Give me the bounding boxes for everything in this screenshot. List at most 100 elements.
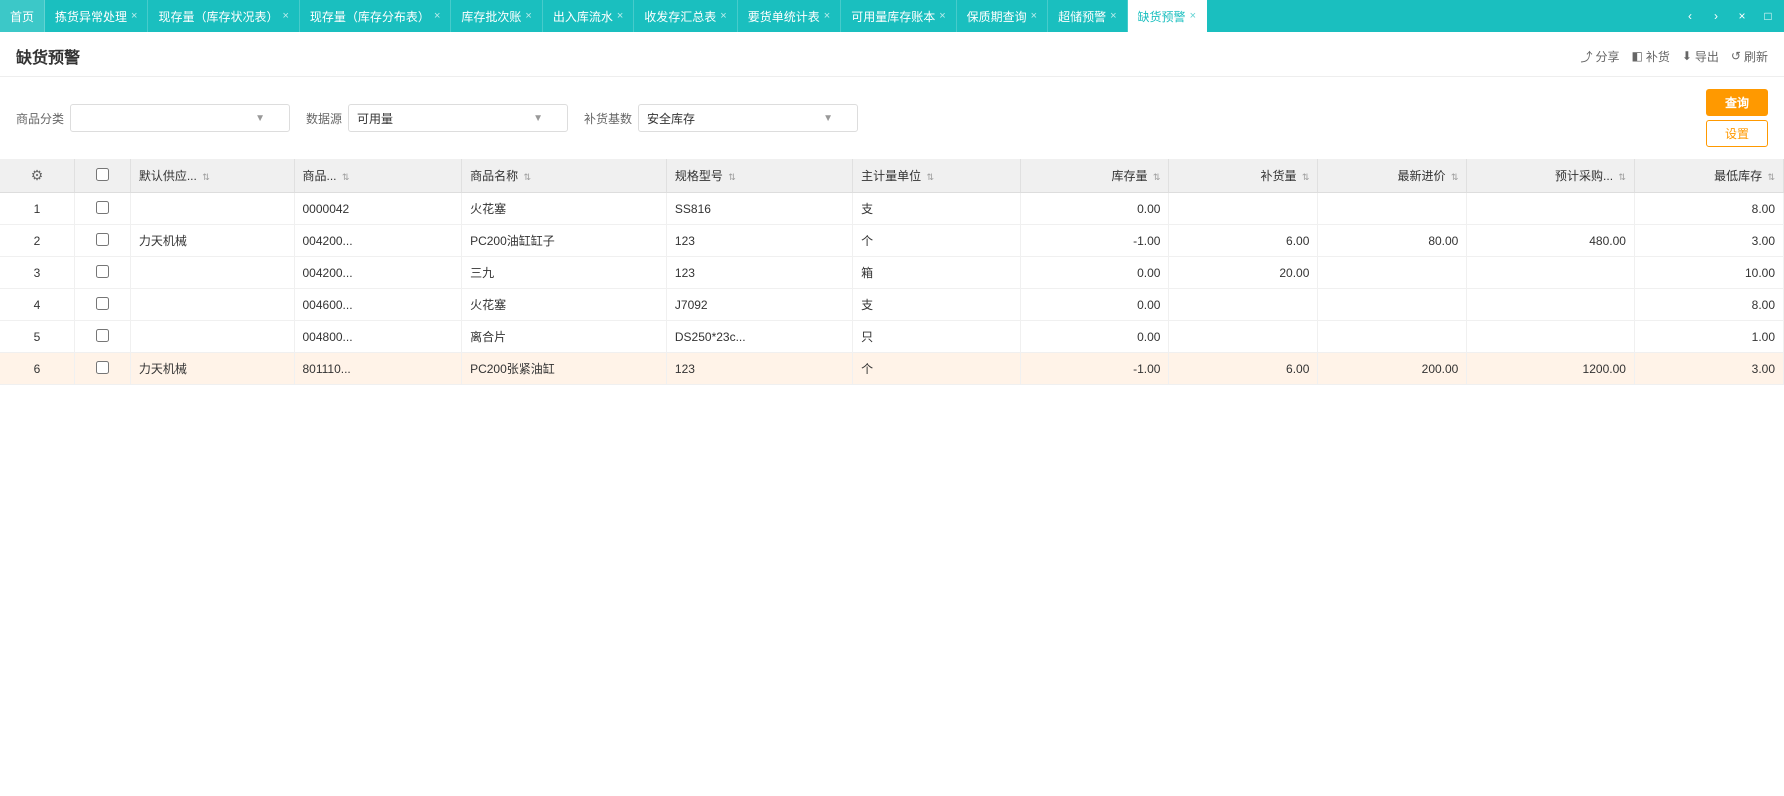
table-container: ⚙ 默认供应... ⇅ 商品... ⇅ 商品名称 ⇅ [0, 159, 1784, 385]
cell-stock-0: 0.00 [1020, 193, 1169, 225]
column-settings-icon[interactable]: ⚙ [31, 167, 44, 183]
tab-flow-label: 出入库流水 [553, 8, 613, 25]
tab-summary-close[interactable]: × [720, 10, 726, 22]
tab-batch-close[interactable]: × [525, 10, 531, 22]
cell-est-purchase-2 [1467, 257, 1635, 289]
cell-checkbox-1[interactable] [74, 225, 130, 257]
datasource-select-value: 可用量 [357, 110, 393, 127]
th-replenish-sort: ⇅ [1302, 172, 1310, 183]
table-row[interactable]: 6 力天机械 801110... PC200张紧油缸 123 个 -1.00 6… [0, 353, 1784, 385]
page-title: 缺货预警 [16, 44, 80, 68]
settings-button[interactable]: 设置 [1706, 120, 1768, 147]
tab-picking-close[interactable]: × [131, 10, 137, 22]
th-latest-price[interactable]: 最新进价 ⇅ [1318, 159, 1467, 193]
table-row[interactable]: 4 004600... 火花塞 J7092 支 0.00 8.00 [0, 289, 1784, 321]
table-row[interactable]: 1 0000042 火花塞 SS816 支 0.00 8.00 [0, 193, 1784, 225]
th-latest-price-sort: ⇅ [1451, 172, 1459, 183]
cell-checkbox-3[interactable] [74, 289, 130, 321]
tab-expiry[interactable]: 保质期查询 × [957, 0, 1048, 32]
tab-flow-close[interactable]: × [617, 10, 623, 22]
header-actions: ⤴ 分享 ◧ 补货 ⬇ 导出 ↺ 刷新 [1580, 48, 1768, 65]
nav-close-btn[interactable]: × [1730, 4, 1754, 28]
th-spec-label: 规格型号 [675, 169, 723, 183]
th-spec[interactable]: 规格型号 ⇅ [666, 159, 852, 193]
tab-picking[interactable]: 拣货异常处理 × [45, 0, 148, 32]
cell-supplier-1: 力天机械 [130, 225, 294, 257]
refresh-action[interactable]: ↺ 刷新 [1731, 48, 1768, 65]
tab-summary[interactable]: 收发存汇总表 × [634, 0, 737, 32]
replenish-base-select[interactable]: 安全库存 ▼ [638, 104, 858, 132]
row-checkbox-1[interactable] [96, 233, 109, 246]
th-product-name[interactable]: 商品名称 ⇅ [462, 159, 667, 193]
th-min-stock[interactable]: 最低库存 ⇅ [1634, 159, 1783, 193]
datasource-select[interactable]: 可用量 ▼ [348, 104, 568, 132]
cell-checkbox-2[interactable] [74, 257, 130, 289]
tab-stock-dist-close[interactable]: × [434, 10, 440, 22]
tab-shortage[interactable]: 缺货预警 × [1128, 0, 1207, 32]
cell-index-5: 6 [0, 353, 74, 385]
datasource-filter-group: 数据源 可用量 ▼ [306, 104, 568, 132]
tab-batch[interactable]: 库存批次账 × [451, 0, 542, 32]
tab-overstock-close[interactable]: × [1110, 10, 1116, 22]
tab-expiry-close[interactable]: × [1031, 10, 1037, 22]
cell-index-2: 3 [0, 257, 74, 289]
replenish-base-dropdown-arrow: ▼ [823, 113, 833, 124]
select-all-checkbox[interactable] [96, 168, 109, 181]
th-replenish-label: 补货量 [1261, 169, 1297, 183]
tab-stock-status[interactable]: 现存量（库存状况表） × [148, 0, 299, 32]
th-gear[interactable]: ⚙ [0, 159, 74, 193]
query-button[interactable]: 查询 [1706, 89, 1768, 116]
cell-est-purchase-3 [1467, 289, 1635, 321]
tab-demand[interactable]: 要货单统计表 × [738, 0, 841, 32]
tab-stock-status-label: 现存量（库存状况表） [158, 8, 278, 25]
share-icon: ⤴ [1580, 48, 1592, 65]
tab-available-close[interactable]: × [939, 10, 945, 22]
nav-maximize-btn[interactable]: □ [1756, 4, 1780, 28]
tab-shortage-label: 缺货预警 [1138, 8, 1186, 25]
cell-replenish-1: 6.00 [1169, 225, 1318, 257]
tab-stock-status-close[interactable]: × [282, 10, 288, 22]
row-checkbox-2[interactable] [96, 265, 109, 278]
cell-latest-price-0 [1318, 193, 1467, 225]
row-checkbox-4[interactable] [96, 329, 109, 342]
tab-overstock[interactable]: 超储预警 × [1048, 0, 1127, 32]
cell-checkbox-4[interactable] [74, 321, 130, 353]
nav-next-btn[interactable]: › [1704, 4, 1728, 28]
table-row[interactable]: 2 力天机械 004200... PC200油缸缸子 123 个 -1.00 6… [0, 225, 1784, 257]
cell-supplier-4 [130, 321, 294, 353]
row-checkbox-0[interactable] [96, 201, 109, 214]
export-action[interactable]: ⬇ 导出 [1682, 48, 1719, 65]
th-product-code[interactable]: 商品... ⇅ [294, 159, 462, 193]
share-label: 分享 [1595, 48, 1619, 65]
cell-latest-price-1: 80.00 [1318, 225, 1467, 257]
th-unit[interactable]: 主计量单位 ⇅ [853, 159, 1020, 193]
th-est-purchase[interactable]: 预计采购... ⇅ [1467, 159, 1635, 193]
row-checkbox-3[interactable] [96, 297, 109, 310]
cell-checkbox-5[interactable] [74, 353, 130, 385]
tab-batch-label: 库存批次账 [461, 8, 521, 25]
cell-unit-5: 个 [853, 353, 1020, 385]
datasource-label: 数据源 [306, 110, 342, 127]
category-select[interactable]: ▼ [70, 104, 290, 132]
category-dropdown-arrow: ▼ [255, 113, 265, 124]
share-action[interactable]: ⤴ 分享 [1580, 48, 1619, 65]
cell-spec-3: J7092 [666, 289, 852, 321]
table-row[interactable]: 5 004800... 离合片 DS250*23c... 只 0.00 1.00 [0, 321, 1784, 353]
table-row[interactable]: 3 004200... 三九 123 箱 0.00 20.00 10.00 [0, 257, 1784, 289]
nav-prev-btn[interactable]: ‹ [1678, 4, 1702, 28]
row-checkbox-5[interactable] [96, 361, 109, 374]
th-checkbox[interactable] [74, 159, 130, 193]
th-stock[interactable]: 库存量 ⇅ [1020, 159, 1169, 193]
th-supplier[interactable]: 默认供应... ⇅ [130, 159, 294, 193]
tab-flow[interactable]: 出入库流水 × [543, 0, 634, 32]
refresh-icon: ↺ [1731, 49, 1741, 63]
tab-shortage-close[interactable]: × [1190, 10, 1196, 22]
tab-available[interactable]: 可用量库存账本 × [841, 0, 956, 32]
replenish-action[interactable]: ◧ 补货 [1631, 48, 1669, 65]
cell-checkbox-0[interactable] [74, 193, 130, 225]
filter-bar: 商品分类 ▼ 数据源 可用量 ▼ 补货基数 安全库存 ▼ 查询 设置 [0, 77, 1784, 159]
tab-home[interactable]: 首页 [0, 0, 45, 32]
tab-demand-close[interactable]: × [824, 10, 830, 22]
th-replenish[interactable]: 补货量 ⇅ [1169, 159, 1318, 193]
tab-stock-dist[interactable]: 现存量（库存分布表） × [300, 0, 451, 32]
